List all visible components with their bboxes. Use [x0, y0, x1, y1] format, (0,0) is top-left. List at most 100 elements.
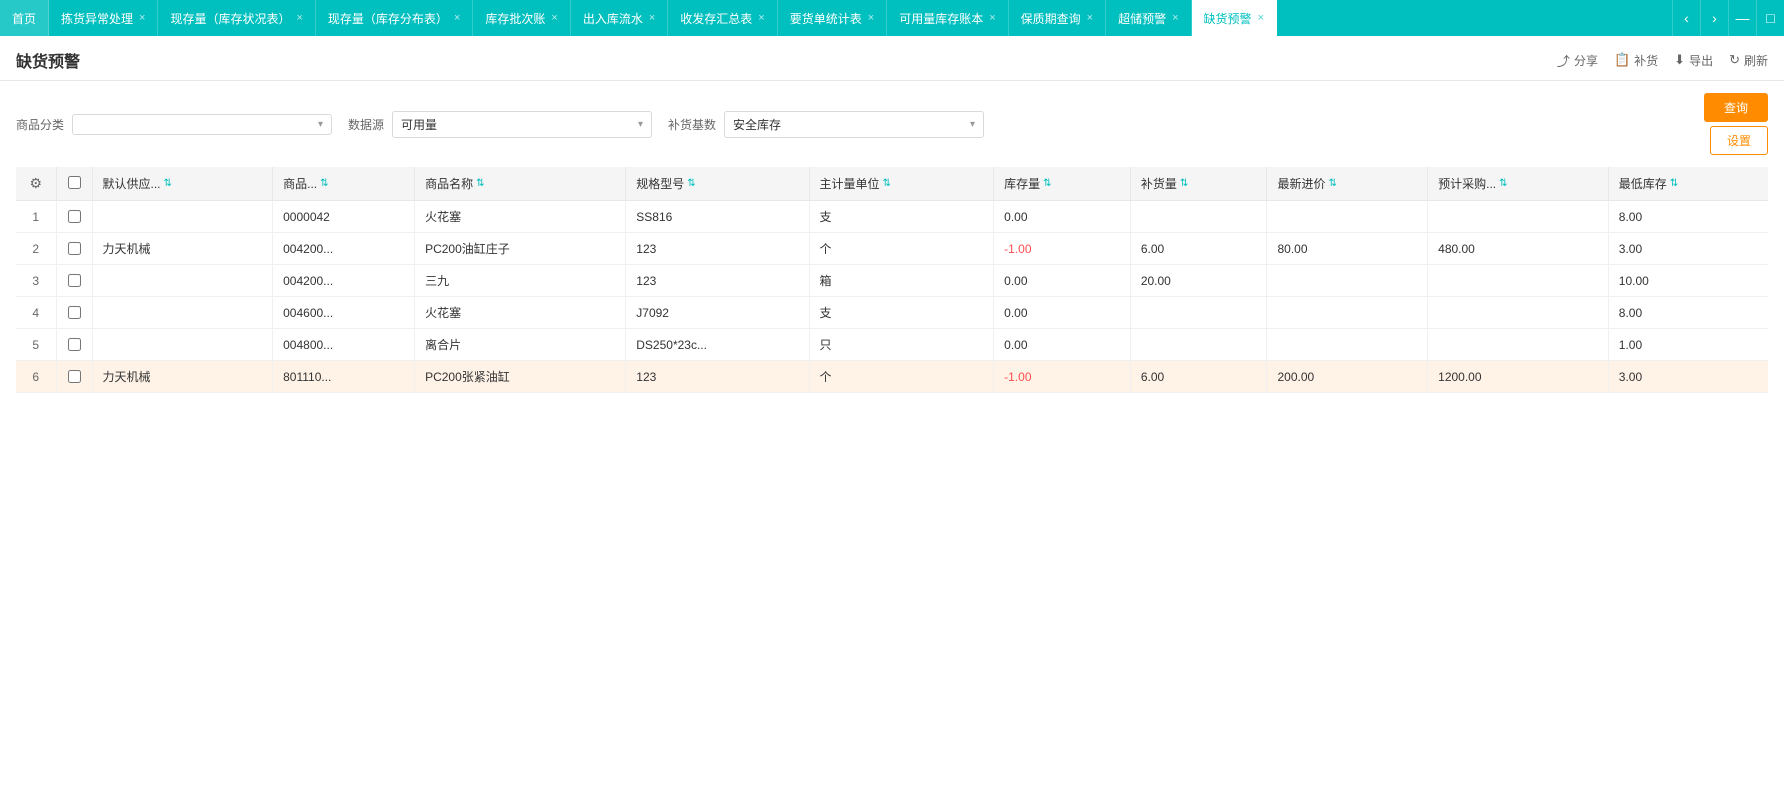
query-button[interactable]: 查询 — [1704, 93, 1768, 122]
tab-stock-status[interactable]: 现存量（库存状况表） × — [158, 0, 315, 36]
cell-min-stock: 3.00 — [1608, 361, 1768, 393]
tab-close-collect-summary[interactable]: × — [758, 12, 764, 24]
cell-supplier — [92, 201, 273, 233]
tab-close-expiry-query[interactable]: × — [1087, 12, 1093, 24]
cell-product-code: 004200... — [273, 233, 415, 265]
cell-spec: J7092 — [626, 297, 809, 329]
tab-maximize-btn[interactable]: □ — [1756, 0, 1784, 36]
tab-close-abnormal[interactable]: × — [139, 12, 145, 24]
tab-next-btn[interactable]: › — [1700, 0, 1728, 36]
datasource-select[interactable]: 可用量 ▾ — [392, 111, 652, 138]
page-title: 缺货预警 — [16, 48, 80, 72]
row-checkbox[interactable] — [68, 210, 81, 223]
row-checkbox[interactable] — [68, 338, 81, 351]
sort-unit-icon: ⇅ — [883, 178, 891, 189]
th-spec[interactable]: 规格型号 ⇅ — [626, 167, 809, 201]
th-unit[interactable]: 主计量单位 ⇅ — [809, 167, 994, 201]
settings-button[interactable]: 设置 — [1710, 126, 1768, 155]
replenish-basis-value: 安全库存 — [733, 116, 781, 133]
th-est-purchase[interactable]: 预计采购... ⇅ — [1428, 167, 1609, 201]
replenish-basis-select[interactable]: 安全库存 ▾ — [724, 111, 984, 138]
datasource-filter: 数据源 可用量 ▾ — [348, 111, 652, 138]
cell-replenish-qty — [1130, 201, 1267, 233]
tab-close-batch-account[interactable]: × — [551, 12, 557, 24]
table-container: ⚙ 默认供应... ⇅ 商品... ⇅ — [0, 167, 1784, 393]
tab-expiry-query[interactable]: 保质期查询 × — [1009, 0, 1106, 36]
cell-index: 2 — [16, 233, 56, 265]
refresh-button[interactable]: ↻ 刷新 — [1729, 52, 1768, 69]
cell-supplier: 力天机械 — [92, 233, 273, 265]
cell-spec: 123 — [626, 233, 809, 265]
share-icon: ⤴ — [1557, 51, 1570, 70]
cell-supplier — [92, 297, 273, 329]
sort-name-icon: ⇅ — [476, 178, 484, 189]
tab-inout-flow[interactable]: 出入库流水 × — [571, 0, 668, 36]
cell-unit: 个 — [809, 361, 994, 393]
th-replenish-qty[interactable]: 补货量 ⇅ — [1130, 167, 1267, 201]
tab-order-stats[interactable]: 要货单统计表 × — [778, 0, 887, 36]
cell-product-code: 0000042 — [273, 201, 415, 233]
tab-close-shortage[interactable]: × — [1258, 12, 1264, 24]
tab-overstock[interactable]: 超储预警 × — [1106, 0, 1191, 36]
tab-minimize-btn[interactable]: — — [1728, 0, 1756, 36]
cell-replenish-qty — [1130, 297, 1267, 329]
tab-batch-account[interactable]: 库存批次账 × — [473, 0, 570, 36]
tab-close-inout-flow[interactable]: × — [649, 12, 655, 24]
cell-est-purchase — [1428, 329, 1609, 361]
tab-shortage[interactable]: 缺货预警 × — [1192, 0, 1277, 36]
refresh-icon: ↻ — [1729, 52, 1740, 68]
th-product-code[interactable]: 商品... ⇅ — [273, 167, 415, 201]
cell-est-purchase — [1428, 297, 1609, 329]
tab-bar: 首页 拣货异常处理 × 现存量（库存状况表） × 现存量（库存分布表） × 库存… — [0, 0, 1784, 36]
cell-min-stock: 10.00 — [1608, 265, 1768, 297]
th-product-name[interactable]: 商品名称 ⇅ — [415, 167, 626, 201]
tab-available-ledger[interactable]: 可用量库存账本 × — [887, 0, 1008, 36]
category-arrow-icon: ▾ — [318, 119, 323, 130]
row-checkbox[interactable] — [68, 274, 81, 287]
cell-replenish-qty: 20.00 — [1130, 265, 1267, 297]
sort-replenish-icon: ⇅ — [1180, 178, 1188, 189]
tab-stock-dist[interactable]: 现存量（库存分布表） × — [316, 0, 473, 36]
table-body: 1 0000042 火花塞 SS816 支 0.00 8.00 2 力天机械 0… — [16, 201, 1768, 393]
select-all-checkbox[interactable] — [68, 176, 81, 189]
sort-est-icon: ⇅ — [1499, 178, 1507, 189]
tab-home[interactable]: 首页 — [0, 0, 49, 36]
datasource-value: 可用量 — [401, 116, 437, 133]
category-select[interactable]: ▾ — [72, 114, 332, 135]
cell-checkbox — [56, 201, 92, 233]
cell-stock: -1.00 — [994, 361, 1131, 393]
cell-unit: 支 — [809, 297, 994, 329]
cell-min-stock: 8.00 — [1608, 297, 1768, 329]
cell-checkbox — [56, 329, 92, 361]
tab-close-order-stats[interactable]: × — [868, 12, 874, 24]
cell-latest-price — [1267, 201, 1428, 233]
th-checkbox — [56, 167, 92, 201]
row-checkbox[interactable] — [68, 370, 81, 383]
row-checkbox[interactable] — [68, 242, 81, 255]
tab-close-overstock[interactable]: × — [1172, 12, 1178, 24]
cell-latest-price: 80.00 — [1267, 233, 1428, 265]
th-latest-price[interactable]: 最新进价 ⇅ — [1267, 167, 1428, 201]
export-button[interactable]: ⬇ 导出 — [1674, 52, 1713, 69]
data-table: ⚙ 默认供应... ⇅ 商品... ⇅ — [16, 167, 1768, 393]
table-row: 5 004800... 离合片 DS250*23c... 只 0.00 1.00 — [16, 329, 1768, 361]
th-min-stock[interactable]: 最低库存 ⇅ — [1608, 167, 1768, 201]
cell-est-purchase — [1428, 201, 1609, 233]
page-container: 缺货预警 ⤴ 分享 📋 补货 ⬇ 导出 ↻ 刷新 商品分类 — [0, 36, 1784, 796]
cell-checkbox — [56, 233, 92, 265]
cell-stock: 0.00 — [994, 201, 1131, 233]
tab-close-stock-dist[interactable]: × — [454, 12, 460, 24]
replenish-button[interactable]: 📋 补货 — [1614, 52, 1658, 69]
tab-close-stock-status[interactable]: × — [296, 12, 302, 24]
tab-prev-btn[interactable]: ‹ — [1672, 0, 1700, 36]
table-settings-icon[interactable]: ⚙ — [29, 175, 42, 191]
row-checkbox[interactable] — [68, 306, 81, 319]
tab-abnormal[interactable]: 拣货异常处理 × — [49, 0, 158, 36]
replenish-icon: 📋 — [1614, 52, 1630, 68]
cell-min-stock: 1.00 — [1608, 329, 1768, 361]
tab-collect-summary[interactable]: 收发存汇总表 × — [668, 0, 777, 36]
th-default-supplier[interactable]: 默认供应... ⇅ — [92, 167, 273, 201]
share-button[interactable]: ⤴ 分享 — [1557, 51, 1598, 70]
tab-close-available-ledger[interactable]: × — [989, 12, 995, 24]
th-stock[interactable]: 库存量 ⇅ — [994, 167, 1131, 201]
